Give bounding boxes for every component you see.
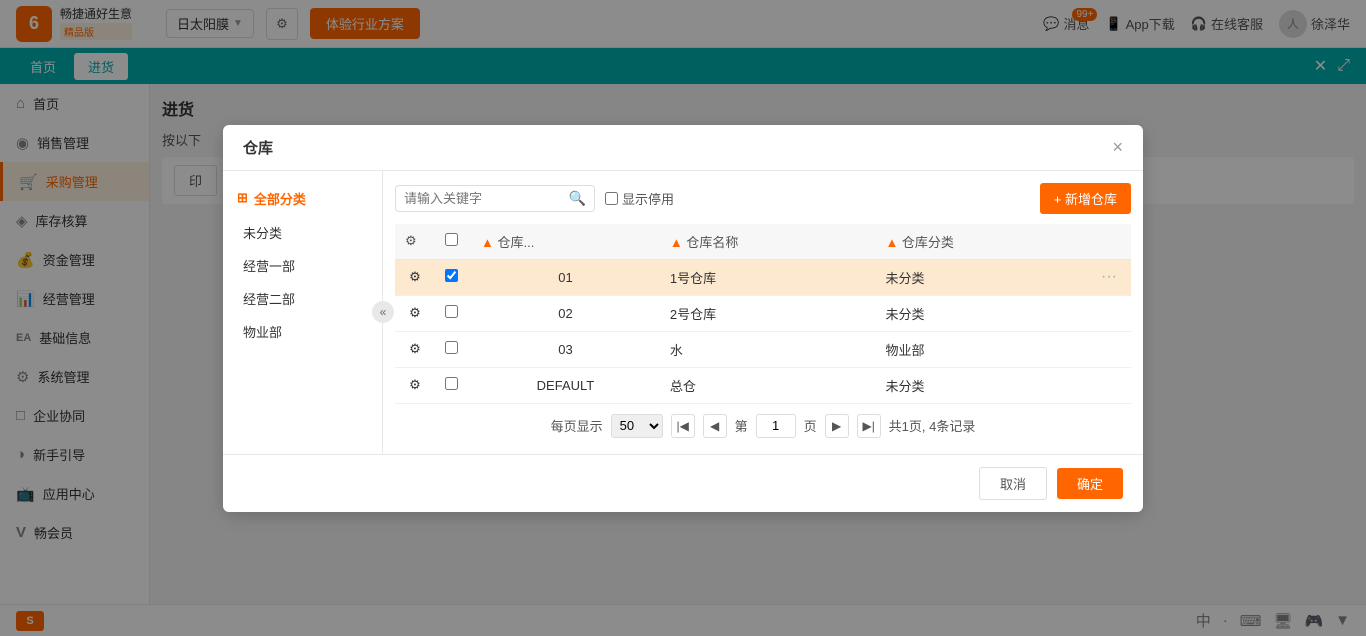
col-name-header[interactable]: ▲ 仓库名称 bbox=[660, 224, 876, 260]
search-box: 🔍 bbox=[395, 185, 595, 212]
row-category: 物业部 bbox=[875, 331, 1091, 367]
table-row[interactable]: ⚙ 03 水 物业部 bbox=[395, 331, 1131, 367]
total-info: 共1页, 4条记录 bbox=[889, 416, 976, 435]
warehouse-table: ⚙ ▲ 仓库... ▲ 仓库名称 ▲ 仓库分类 bbox=[395, 224, 1131, 404]
row-action bbox=[1091, 331, 1131, 367]
first-page-button[interactable]: |◀ bbox=[671, 414, 695, 438]
row-gear: ⚙ bbox=[395, 259, 435, 295]
row-action bbox=[1091, 367, 1131, 403]
add-warehouse-button[interactable]: + 新增仓库 bbox=[1040, 183, 1131, 214]
cancel-button[interactable]: 取消 bbox=[979, 467, 1047, 500]
modal-header: 仓库 × bbox=[223, 125, 1143, 171]
table-toolbar: 🔍 显示停用 + 新增仓库 bbox=[395, 183, 1131, 214]
row-name: 水 bbox=[660, 331, 876, 367]
col-category-header[interactable]: ▲ 仓库分类 bbox=[875, 224, 1091, 260]
modal-close-button[interactable]: × bbox=[1112, 137, 1123, 158]
show-disabled-checkbox[interactable] bbox=[605, 192, 618, 205]
pagination-bar: 每页显示 50 100 200 |◀ ◀ 第 页 ▶ ▶| 共1页, 4条记录 bbox=[395, 404, 1131, 442]
row-name: 总仓 bbox=[660, 367, 876, 403]
per-page-label: 每页显示 bbox=[551, 416, 603, 435]
col-gear: ⚙ bbox=[395, 224, 435, 260]
row-category: 未分类 bbox=[875, 295, 1091, 331]
category-ops2[interactable]: 经营二部 bbox=[223, 282, 382, 315]
row-code: 02 bbox=[471, 295, 660, 331]
row-checkbox-cell bbox=[435, 295, 471, 331]
row-checkbox[interactable] bbox=[445, 269, 458, 282]
category-panel: ⊞ 全部分类 未分类 经营一部 经营二部 物业部 « bbox=[223, 171, 383, 454]
row-code: 03 bbox=[471, 331, 660, 367]
row-code: DEFAULT bbox=[471, 367, 660, 403]
row-checkbox-cell bbox=[435, 367, 471, 403]
collapse-button[interactable]: « bbox=[372, 301, 394, 323]
modal-overlay: 仓库 × ⊞ 全部分类 未分类 经营一部 经营二部 物业部 « bbox=[0, 0, 1366, 636]
page-number-input[interactable] bbox=[756, 414, 796, 438]
table-header-row: ⚙ ▲ 仓库... ▲ 仓库名称 ▲ 仓库分类 bbox=[395, 224, 1131, 260]
show-disabled-text: 显示停用 bbox=[622, 189, 674, 208]
col-checkbox bbox=[435, 224, 471, 260]
row-action bbox=[1091, 295, 1131, 331]
confirm-button[interactable]: 确定 bbox=[1057, 468, 1123, 499]
modal-body: ⊞ 全部分类 未分类 经营一部 经营二部 物业部 « 🔍 bbox=[223, 171, 1143, 454]
row-action: ··· bbox=[1091, 259, 1131, 295]
modal-title: 仓库 bbox=[243, 137, 273, 158]
next-page-button[interactable]: ▶ bbox=[825, 414, 849, 438]
row-name: 2号仓库 bbox=[660, 295, 876, 331]
search-icon: 🔍 bbox=[569, 190, 586, 207]
row-checkbox-cell bbox=[435, 331, 471, 367]
category-uncategorized[interactable]: 未分类 bbox=[223, 216, 382, 249]
row-gear: ⚙ bbox=[395, 331, 435, 367]
select-all-checkbox[interactable] bbox=[445, 233, 458, 246]
page-label: 第 bbox=[735, 416, 748, 435]
row-gear: ⚙ bbox=[395, 367, 435, 403]
sort-icon-name: ▲ bbox=[670, 235, 683, 250]
row-checkbox-cell bbox=[435, 259, 471, 295]
table-row[interactable]: ⚙ 01 1号仓库 未分类 ··· bbox=[395, 259, 1131, 295]
table-panel: 🔍 显示停用 + 新增仓库 ⚙ ▲ bbox=[383, 171, 1143, 454]
grid-icon: ⊞ bbox=[237, 190, 248, 206]
row-name: 1号仓库 bbox=[660, 259, 876, 295]
row-code: 01 bbox=[471, 259, 660, 295]
all-category-label: 全部分类 bbox=[254, 189, 306, 208]
row-category: 未分类 bbox=[875, 367, 1091, 403]
col-action bbox=[1091, 224, 1131, 260]
search-input[interactable] bbox=[404, 191, 569, 206]
warehouse-modal: 仓库 × ⊞ 全部分类 未分类 经营一部 经营二部 物业部 « bbox=[223, 125, 1143, 512]
table-row[interactable]: ⚙ 02 2号仓库 未分类 bbox=[395, 295, 1131, 331]
all-category-item[interactable]: ⊞ 全部分类 bbox=[223, 181, 382, 216]
sort-icon-code: ▲ bbox=[481, 235, 494, 250]
category-ops1[interactable]: 经营一部 bbox=[223, 249, 382, 282]
row-gear: ⚙ bbox=[395, 295, 435, 331]
page-unit: 页 bbox=[804, 416, 817, 435]
row-checkbox[interactable] bbox=[445, 377, 458, 390]
last-page-button[interactable]: ▶| bbox=[857, 414, 881, 438]
row-category: 未分类 bbox=[875, 259, 1091, 295]
modal-footer: 取消 确定 bbox=[223, 454, 1143, 512]
per-page-select[interactable]: 50 100 200 bbox=[611, 414, 663, 438]
prev-page-button[interactable]: ◀ bbox=[703, 414, 727, 438]
sort-icon-category: ▲ bbox=[885, 235, 898, 250]
row-checkbox[interactable] bbox=[445, 341, 458, 354]
row-checkbox[interactable] bbox=[445, 305, 458, 318]
category-property[interactable]: 物业部 bbox=[223, 315, 382, 348]
col-code-header[interactable]: ▲ 仓库... bbox=[471, 224, 660, 260]
table-row[interactable]: ⚙ DEFAULT 总仓 未分类 bbox=[395, 367, 1131, 403]
show-disabled-label: 显示停用 bbox=[605, 189, 674, 208]
more-button[interactable]: ··· bbox=[1101, 268, 1117, 285]
